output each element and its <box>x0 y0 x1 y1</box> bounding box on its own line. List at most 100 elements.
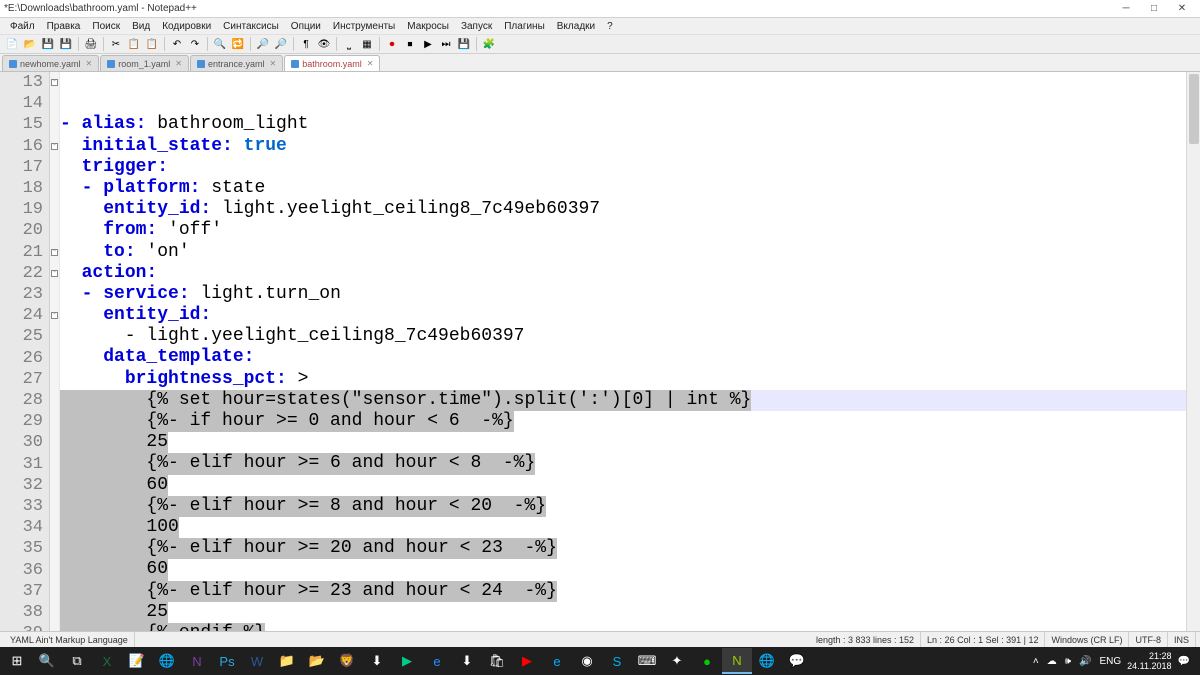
fold-toggle-icon[interactable]: - <box>51 312 58 319</box>
tab-bathroom-yaml[interactable]: bathroom.yaml✕ <box>284 55 380 71</box>
copy-icon[interactable]: 📋 <box>126 36 142 52</box>
youtube-icon[interactable]: ▶ <box>512 648 542 674</box>
menu-0[interactable]: Файл <box>4 21 41 32</box>
explorer-icon[interactable]: 📁 <box>272 648 302 674</box>
menu-1[interactable]: Правка <box>41 21 87 32</box>
system-tray[interactable]: ˄ ☁ 🕪 🔊 ENG 21:28 24.11.2018 💬 <box>1031 651 1198 671</box>
edge-icon[interactable]: e <box>542 648 572 674</box>
aimp-icon[interactable]: 🦁 <box>332 648 362 674</box>
code-line[interactable]: {%- elif hour >= 6 and hour < 8 -%} <box>60 453 1200 474</box>
scrollbar-thumb[interactable] <box>1189 74 1199 144</box>
code-area[interactable]: - alias: bathroom_light initial_state: t… <box>60 72 1200 631</box>
wmp-icon[interactable]: ▶ <box>392 648 422 674</box>
tab-close-icon[interactable]: ✕ <box>270 59 277 68</box>
code-line[interactable]: 25 <box>60 432 1200 453</box>
save-macro-icon[interactable]: 💾 <box>456 36 472 52</box>
tray-onedrive-icon[interactable]: ☁ <box>1045 656 1059 667</box>
code-line[interactable]: data_template: <box>60 347 1200 368</box>
tab-room_1-yaml[interactable]: room_1.yaml✕ <box>100 55 189 71</box>
code-line[interactable]: initial_state: true <box>60 136 1200 157</box>
tab-close-icon[interactable]: ✕ <box>86 59 93 68</box>
menu-9[interactable]: Запуск <box>455 21 498 32</box>
code-line[interactable]: 60 <box>60 559 1200 580</box>
app5-icon[interactable]: 💬 <box>782 648 812 674</box>
paste-icon[interactable]: 📋 <box>144 36 160 52</box>
menu-2[interactable]: Поиск <box>86 21 126 32</box>
tab-entrance-yaml[interactable]: entrance.yaml✕ <box>190 55 283 71</box>
code-line[interactable]: {%- if hour >= 0 and hour < 6 -%} <box>60 411 1200 432</box>
fold-column[interactable]: ----- <box>50 72 60 631</box>
stop-macro-icon[interactable]: ⏹ <box>402 36 418 52</box>
code-line[interactable]: {%- elif hour >= 20 and hour < 23 -%} <box>60 538 1200 559</box>
zoom-out-icon[interactable]: 🔎 <box>273 36 289 52</box>
menu-6[interactable]: Опции <box>285 21 327 32</box>
code-line[interactable]: entity_id: <box>60 305 1200 326</box>
tab-close-icon[interactable]: ✕ <box>175 59 182 68</box>
menu-4[interactable]: Кодировки <box>156 21 217 32</box>
close-button[interactable]: ✕ <box>1168 1 1196 17</box>
code-line[interactable]: {% endif %} <box>60 623 1200 631</box>
code-line[interactable]: 25 <box>60 602 1200 623</box>
code-line[interactable]: - alias: bathroom_light <box>60 114 1200 135</box>
chrome-icon[interactable]: ◉ <box>572 648 602 674</box>
menu-8[interactable]: Макросы <box>401 21 455 32</box>
tab-close-icon[interactable]: ✕ <box>367 59 374 68</box>
search-icon[interactable]: 🔍 <box>32 648 62 674</box>
new-file-icon[interactable]: 📄 <box>4 36 20 52</box>
task-view-icon[interactable]: ⧉ <box>62 648 92 674</box>
undo-icon[interactable]: ↶ <box>169 36 185 52</box>
find-icon[interactable]: 🔍 <box>212 36 228 52</box>
app2-icon[interactable]: ✦ <box>662 648 692 674</box>
folder-icon[interactable]: 📂 <box>302 648 332 674</box>
menu-3[interactable]: Вид <box>126 21 156 32</box>
start-button[interactable]: ⊞ <box>2 648 32 674</box>
print-icon[interactable]: 🖨 <box>83 36 99 52</box>
ie-icon[interactable]: e <box>422 648 452 674</box>
store-icon[interactable]: 🛍 <box>482 648 512 674</box>
code-line[interactable]: {%- elif hour >= 23 and hour < 24 -%} <box>60 581 1200 602</box>
code-line[interactable]: entity_id: light.yeelight_ceiling8_7c49e… <box>60 199 1200 220</box>
tray-chevron-icon[interactable]: ˄ <box>1031 656 1041 667</box>
excel-icon[interactable]: X <box>92 648 122 674</box>
note-icon[interactable]: 📝 <box>122 648 152 674</box>
code-line[interactable]: brightness_pct: > <box>60 369 1200 390</box>
skype-icon[interactable]: S <box>602 648 632 674</box>
plugin-icon[interactable]: 🧩 <box>481 36 497 52</box>
terminal-icon[interactable]: ⌨ <box>632 648 662 674</box>
indent-guide-icon[interactable]: ⎵ <box>341 36 357 52</box>
save-all-icon[interactable]: 💾 <box>58 36 74 52</box>
show-all-chars-icon[interactable]: 👁 <box>316 36 332 52</box>
tray-lang[interactable]: ENG <box>1097 656 1123 667</box>
wrap-icon[interactable]: ¶ <box>298 36 314 52</box>
download-icon[interactable]: ⬇ <box>452 648 482 674</box>
tab-newhome-yaml[interactable]: newhome.yaml✕ <box>2 55 99 71</box>
notepadpp-taskbar-icon[interactable]: N <box>722 648 752 674</box>
maximize-button[interactable]: □ <box>1140 1 1168 17</box>
code-line[interactable]: action: <box>60 263 1200 284</box>
code-line[interactable]: trigger: <box>60 157 1200 178</box>
run-multiple-icon[interactable]: ⏭ <box>438 36 454 52</box>
photoshop-icon[interactable]: Ps <box>212 648 242 674</box>
app4-icon[interactable]: 🌐 <box>752 648 782 674</box>
picasa-icon[interactable]: 🌐 <box>152 648 182 674</box>
word-icon[interactable]: W <box>242 648 272 674</box>
app-icon[interactable]: ⬇ <box>362 648 392 674</box>
fold-toggle-icon[interactable]: - <box>51 270 58 277</box>
taskbar[interactable]: ⊞ 🔍 ⧉ X 📝 🌐 N Ps W 📁 📂 🦁 ⬇ ▶ e ⬇ 🛍 ▶ e ◉… <box>0 647 1200 675</box>
menu-11[interactable]: Вкладки <box>551 21 601 32</box>
cut-icon[interactable]: ✂ <box>108 36 124 52</box>
menu-5[interactable]: Синтаксисы <box>217 21 285 32</box>
record-macro-icon[interactable]: ⏺ <box>384 36 400 52</box>
fold-icon[interactable]: ▦ <box>359 36 375 52</box>
menu-12[interactable]: ? <box>601 21 619 32</box>
code-line[interactable]: - light.yeelight_ceiling8_7c49eb60397 <box>60 326 1200 347</box>
code-line[interactable]: to: 'on' <box>60 242 1200 263</box>
redo-icon[interactable]: ↷ <box>187 36 203 52</box>
code-line[interactable]: 60 <box>60 475 1200 496</box>
app3-icon[interactable]: ● <box>692 648 722 674</box>
replace-icon[interactable]: 🔁 <box>230 36 246 52</box>
minimize-button[interactable]: ─ <box>1112 1 1140 17</box>
tray-volume-icon[interactable]: 🔊 <box>1077 656 1093 667</box>
code-line[interactable]: 100 <box>60 517 1200 538</box>
code-line[interactable]: from: 'off' <box>60 220 1200 241</box>
